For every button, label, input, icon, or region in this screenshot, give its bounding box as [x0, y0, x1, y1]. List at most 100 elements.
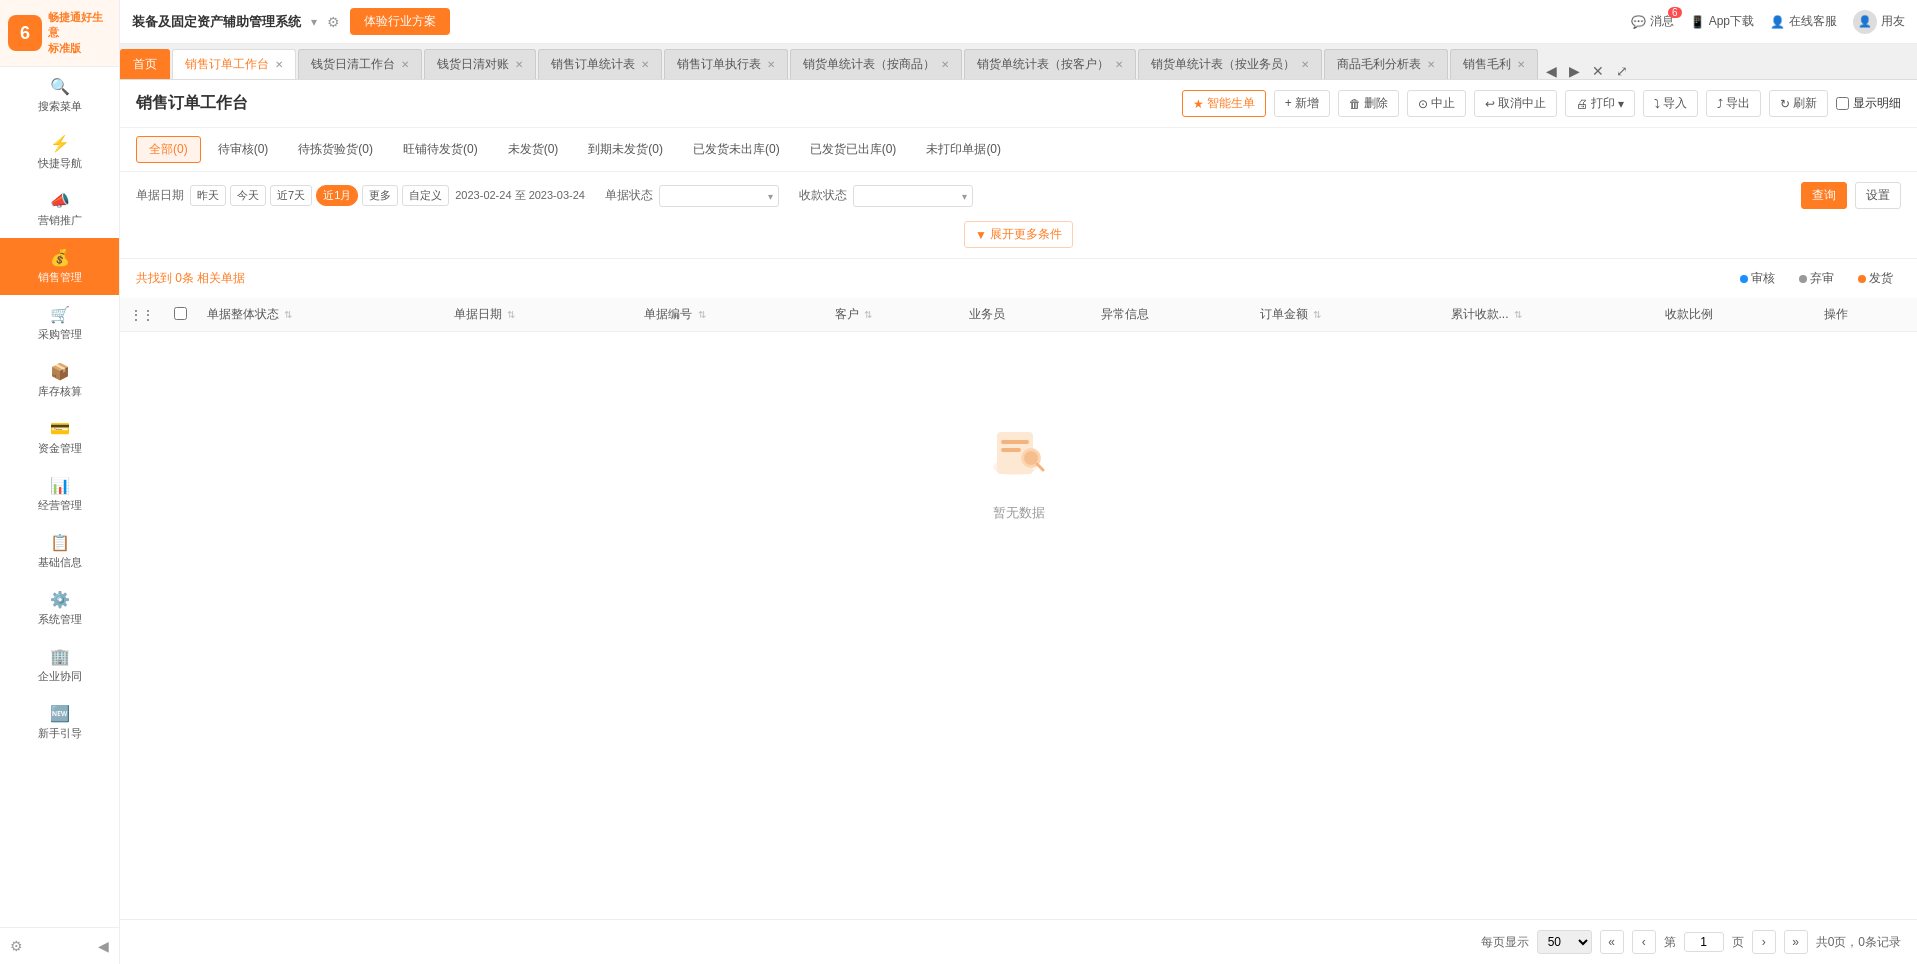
sidebar-item-quick-nav[interactable]: ⚡快捷导航: [0, 124, 119, 181]
sidebar-item-search[interactable]: 🔍搜索菜单: [0, 67, 119, 124]
subtab-pending-inspect[interactable]: 待拣货验货(0): [285, 136, 386, 163]
col-date[interactable]: 单据日期 ⇅: [444, 298, 635, 332]
close-all-tabs[interactable]: ✕: [1586, 63, 1610, 79]
query-button[interactable]: 查询: [1801, 182, 1847, 209]
sidebar-item-sales[interactable]: 💰销售管理: [0, 238, 119, 295]
tab-close-cash-daily[interactable]: ✕: [401, 59, 409, 70]
cancel-review-action-button[interactable]: 弃审: [1791, 267, 1842, 290]
date-btn-昨天[interactable]: 昨天: [190, 185, 226, 206]
user-menu-button[interactable]: 👤 用友: [1853, 10, 1905, 34]
date-btn-自定义[interactable]: 自定义: [402, 185, 449, 206]
tab-sales-stats-product[interactable]: 销货单统计表（按商品）✕: [790, 49, 962, 79]
tab-close-sales-exec[interactable]: ✕: [767, 59, 775, 70]
sidebar-item-finance[interactable]: 💳资金管理: [0, 409, 119, 466]
export-button[interactable]: ⤴ 导出: [1706, 90, 1761, 117]
tab-close-sales-stats-product[interactable]: ✕: [941, 59, 949, 70]
tab-sales-stats[interactable]: 销售订单统计表✕: [538, 49, 662, 79]
tab-sales-exec[interactable]: 销售订单执行表✕: [664, 49, 788, 79]
expand-icon: ▼: [975, 228, 987, 242]
tab-sales-profit[interactable]: 销售毛利✕: [1450, 49, 1538, 79]
subtab-shipped-out[interactable]: 已发货已出库(0): [797, 136, 910, 163]
subtab-not-shipped[interactable]: 未发货(0): [495, 136, 572, 163]
set-button[interactable]: 设置: [1855, 182, 1901, 209]
sidebar-item-system[interactable]: ⚙️系统管理: [0, 580, 119, 637]
sidebar-item-operations[interactable]: 📊经营管理: [0, 466, 119, 523]
col-status[interactable]: 单据整体状态 ⇅: [197, 298, 444, 332]
tab-cash-reconcile[interactable]: 钱货日清对账✕: [424, 49, 536, 79]
page-size-select[interactable]: 102050100: [1537, 930, 1592, 954]
date-filter: 单据日期 昨天今天近7天近1月更多自定义 2023-02-24 至 2023-0…: [136, 185, 585, 206]
subtab-shipped-not-out[interactable]: 已发货未出库(0): [680, 136, 793, 163]
settings-icon[interactable]: ⚙: [10, 938, 23, 954]
export-icon: ⤴: [1717, 97, 1723, 111]
col-collected[interactable]: 累计收款... ⇅: [1441, 298, 1655, 332]
tab-close-margin-analysis[interactable]: ✕: [1427, 59, 1435, 70]
col-amount[interactable]: 订单金额 ⇅: [1250, 298, 1441, 332]
col-number[interactable]: 单据编号 ⇅: [634, 298, 825, 332]
subtab-pending-review[interactable]: 待审核(0): [205, 136, 282, 163]
online-service-button[interactable]: 👤 在线客服: [1770, 13, 1837, 30]
import-button[interactable]: ⤵ 导入: [1643, 90, 1698, 117]
sidebar: 6 畅捷通好生意 标准版 🔍搜索菜单⚡快捷导航📣营销推广💰销售管理🛒采购管理📦库…: [0, 0, 120, 964]
next-page-button[interactable]: ›: [1752, 930, 1776, 954]
topbar-gear-icon[interactable]: ⚙: [327, 14, 340, 30]
tab-home[interactable]: 首页: [120, 49, 170, 79]
sidebar-item-basic-info[interactable]: 📋基础信息: [0, 523, 119, 580]
first-page-button[interactable]: «: [1600, 930, 1624, 954]
tab-sales-stats-staff[interactable]: 销货单统计表（按业务员）✕: [1138, 49, 1322, 79]
show-detail-checkbox[interactable]: 显示明细: [1836, 95, 1901, 112]
sidebar-item-marketing[interactable]: 📣营销推广: [0, 181, 119, 238]
page-label: 第: [1664, 934, 1676, 951]
last-page-button[interactable]: »: [1784, 930, 1808, 954]
delete-button[interactable]: 🗑 删除: [1338, 90, 1399, 117]
add-button[interactable]: + 新增: [1274, 90, 1330, 117]
tab-margin-analysis[interactable]: 商品毛利分析表✕: [1324, 49, 1448, 79]
subtab-all[interactable]: 全部(0): [136, 136, 201, 163]
date-btn-更多[interactable]: 更多: [362, 185, 398, 206]
cancel-stop-button[interactable]: ↩ 取消中止: [1474, 90, 1557, 117]
subtab-not-printed[interactable]: 未打印单据(0): [913, 136, 1014, 163]
review-action-button[interactable]: 审核: [1732, 267, 1783, 290]
sidebar-item-enterprise[interactable]: 🏢企业协同: [0, 637, 119, 694]
page-input[interactable]: [1684, 932, 1724, 952]
tab-close-cash-reconcile[interactable]: ✕: [515, 59, 523, 70]
subtab-overdue-ship[interactable]: 到期未发货(0): [575, 136, 676, 163]
tab-scroll-right[interactable]: ▶: [1563, 63, 1586, 79]
topbar-dropdown-icon[interactable]: ▾: [311, 15, 317, 29]
collapse-icon[interactable]: ◀: [98, 938, 109, 954]
date-btn-今天[interactable]: 今天: [230, 185, 266, 206]
col-customer[interactable]: 客户 ⇅: [825, 298, 959, 332]
refresh-button[interactable]: ↻ 刷新: [1769, 90, 1828, 117]
stop-button[interactable]: ⊙ 中止: [1407, 90, 1466, 117]
smart-create-button[interactable]: ★ 智能生单: [1182, 90, 1266, 117]
tab-close-sales-order[interactable]: ✕: [275, 59, 283, 70]
collect-select[interactable]: [853, 185, 973, 207]
date-btn-近7天[interactable]: 近7天: [270, 185, 312, 206]
expand-tabs[interactable]: ⤢: [1610, 63, 1634, 79]
sidebar-item-guide[interactable]: 🆕新手引导: [0, 694, 119, 751]
tab-sales-order[interactable]: 销售订单工作台✕: [172, 49, 296, 79]
tab-close-sales-stats-customer[interactable]: ✕: [1115, 59, 1123, 70]
prev-page-button[interactable]: ‹: [1632, 930, 1656, 954]
print-button[interactable]: 🖨 打印 ▾: [1565, 90, 1635, 117]
status-select[interactable]: [659, 185, 779, 207]
tab-close-sales-stats-staff[interactable]: ✕: [1301, 59, 1309, 70]
tab-scroll-left[interactable]: ◀: [1540, 63, 1563, 79]
expand-filter-button[interactable]: ▼ 展开更多条件: [964, 221, 1073, 248]
message-button[interactable]: 💬 消息 6: [1631, 13, 1674, 30]
select-all-checkbox[interactable]: [174, 307, 187, 320]
number-sort-icon: ⇅: [698, 309, 706, 320]
industry-solution-button[interactable]: 体验行业方案: [350, 8, 450, 35]
tab-sales-stats-customer[interactable]: 销货单统计表（按客户）✕: [964, 49, 1136, 79]
ship-action-button[interactable]: 发货: [1850, 267, 1901, 290]
tab-close-sales-stats[interactable]: ✕: [641, 59, 649, 70]
sidebar-bottom: ⚙ ◀: [0, 927, 119, 964]
tab-cash-daily[interactable]: 钱货日清工作台✕: [298, 49, 422, 79]
sidebar-item-inventory[interactable]: 📦库存核算: [0, 352, 119, 409]
date-btn-近1月[interactable]: 近1月: [316, 185, 358, 206]
tab-close-sales-profit[interactable]: ✕: [1517, 59, 1525, 70]
subtab-wangpu-ship[interactable]: 旺铺待发货(0): [390, 136, 491, 163]
system-icon: ⚙️: [50, 590, 70, 609]
sidebar-item-purchase[interactable]: 🛒采购管理: [0, 295, 119, 352]
app-download-button[interactable]: 📱 App下载: [1690, 13, 1754, 30]
